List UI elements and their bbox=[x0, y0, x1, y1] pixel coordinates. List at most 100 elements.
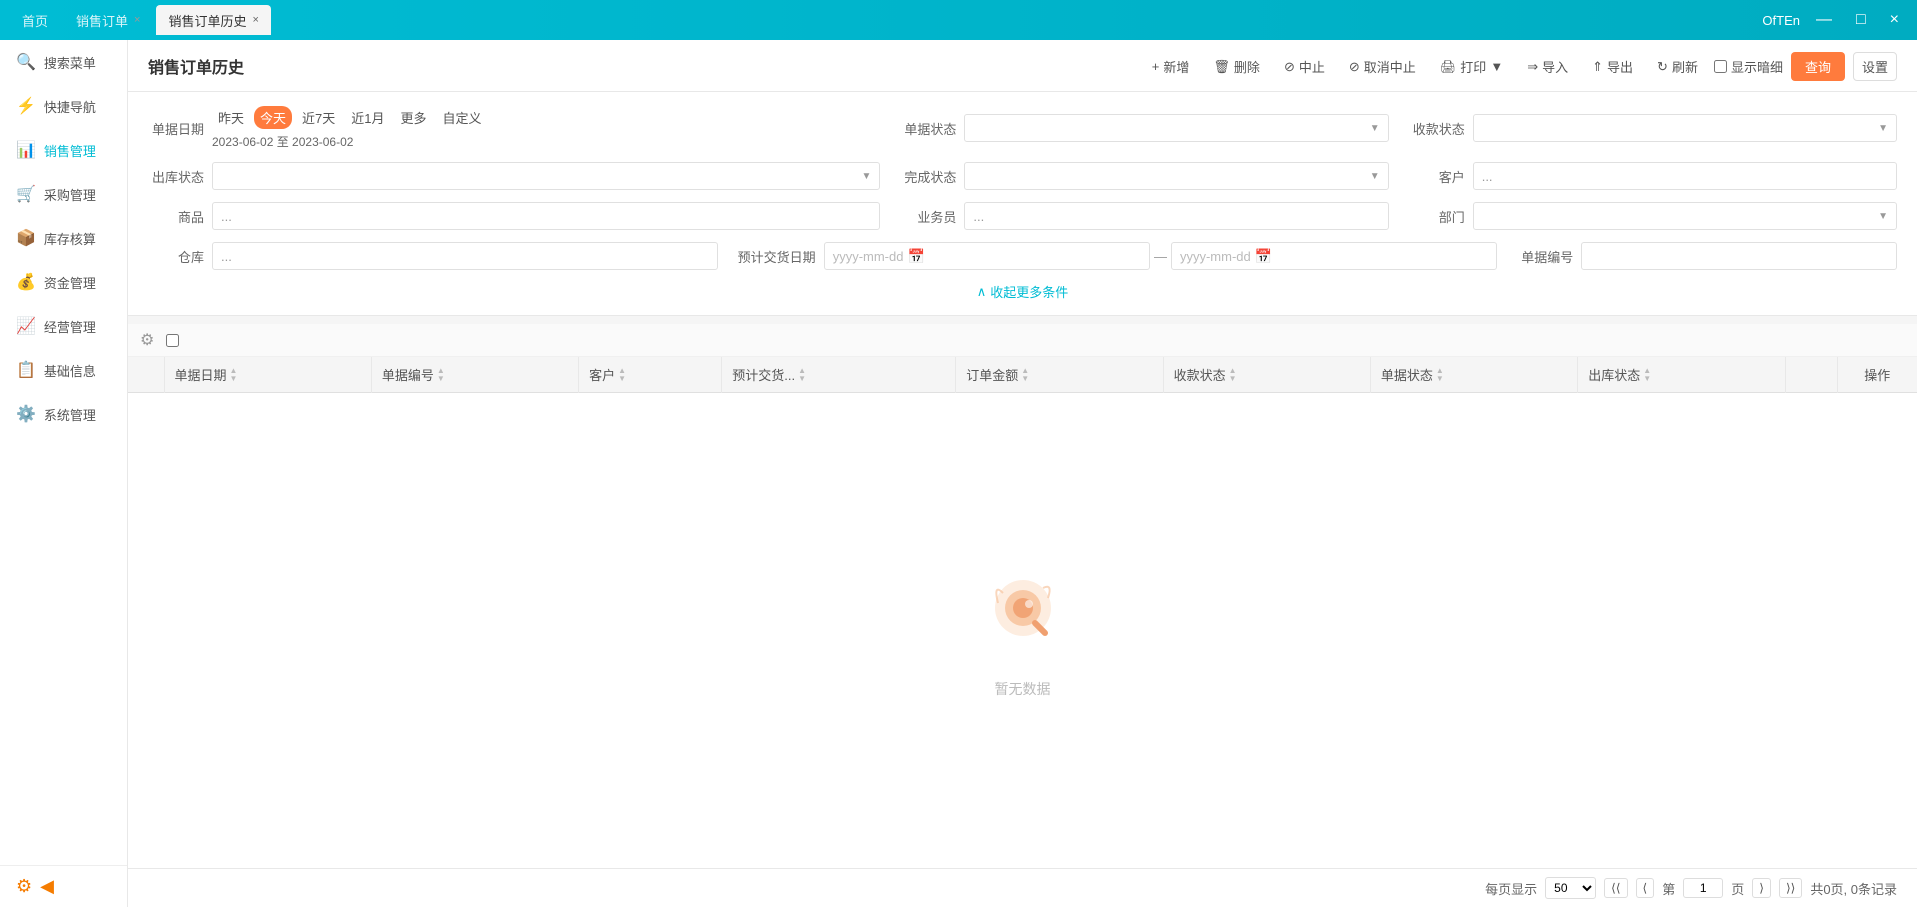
th-checkbox bbox=[128, 357, 164, 393]
salesperson-input[interactable]: ... bbox=[964, 202, 1388, 230]
settings-button[interactable]: 设置 bbox=[1853, 52, 1897, 81]
sidebar-settings-icon[interactable]: ⚙ bbox=[16, 876, 32, 897]
sidebar-item-basic-info-label: 基础信息 bbox=[44, 361, 96, 380]
sidebar-item-quick-nav-label: 快捷导航 bbox=[44, 97, 96, 116]
filter-field-stock-status: 出库状态 ▼ bbox=[148, 162, 880, 190]
dept-arrow: ▼ bbox=[1878, 211, 1888, 222]
tab-home[interactable]: 首页 bbox=[10, 5, 60, 35]
sort-arrows-customer: ▲▼ bbox=[618, 367, 626, 383]
date-btn-1month[interactable]: 近1月 bbox=[345, 106, 390, 129]
sidebar-item-search-menu[interactable]: 🔍 搜索菜单 bbox=[0, 40, 127, 84]
tab-sales-order-history-label: 销售订单历史 bbox=[168, 11, 246, 30]
sidebar-item-system-mgmt[interactable]: ⚙️ 系统管理 bbox=[0, 392, 127, 436]
empty-state: 暂无数据 bbox=[128, 393, 1917, 868]
th-actions: 操作 bbox=[1837, 357, 1917, 393]
next-page-button[interactable]: ⟩ bbox=[1752, 878, 1771, 898]
per-page-select[interactable]: 50 10 20 100 bbox=[1545, 877, 1596, 899]
refresh-label: 刷新 bbox=[1672, 57, 1698, 76]
th-doc-date[interactable]: 单据日期 ▲▼ bbox=[164, 357, 371, 393]
date-btn-more[interactable]: 更多 bbox=[395, 106, 433, 129]
tab-sales-order[interactable]: 销售订单 × bbox=[64, 5, 152, 35]
tab-sales-order-close[interactable]: × bbox=[134, 14, 140, 26]
import-button[interactable]: ⇒ 导入 bbox=[1519, 53, 1576, 80]
sidebar-item-basic-info[interactable]: 📋 基础信息 bbox=[0, 348, 127, 392]
dept-select[interactable]: ▼ bbox=[1473, 202, 1897, 230]
top-bar: 首页 销售订单 × 销售订单历史 × OfTEn — □ × bbox=[0, 0, 1917, 40]
sidebar-item-inventory-check-label: 库存核算 bbox=[44, 229, 96, 248]
sidebar-item-inventory-check[interactable]: 📦 库存核算 bbox=[0, 216, 127, 260]
sidebar-item-quick-nav[interactable]: ⚡ 快捷导航 bbox=[0, 84, 127, 128]
sidebar-item-purchase-mgmt[interactable]: 🛒 采购管理 bbox=[0, 172, 127, 216]
content-area: 销售订单历史 + 新增 🗑 删除 ⊘ 中止 ⊘ 取消中止 bbox=[128, 40, 1917, 907]
th-receipt-status-label: 收款状态 bbox=[1174, 365, 1226, 384]
page-label: 第 bbox=[1662, 879, 1675, 898]
complete-status-label: 完成状态 bbox=[900, 167, 956, 186]
table-toolbar: ⚙ bbox=[128, 324, 1917, 357]
th-receipt-status[interactable]: 收款状态 ▲▼ bbox=[1163, 357, 1370, 393]
customer-label: 客户 bbox=[1409, 167, 1465, 186]
receipt-status-select[interactable]: ▼ bbox=[1473, 114, 1897, 142]
print-button[interactable]: 🖨 打印 ▼ bbox=[1432, 53, 1511, 80]
page-number-input[interactable] bbox=[1683, 878, 1723, 898]
cancel-stop-label: 取消中止 bbox=[1364, 57, 1416, 76]
sidebar-collapse-icon[interactable]: ◀ bbox=[40, 876, 54, 897]
warehouse-dots: ... bbox=[221, 249, 232, 264]
delivery-date-to-input[interactable]: yyyy-mm-dd 📅 bbox=[1171, 242, 1497, 270]
first-page-button[interactable]: ⟨⟨ bbox=[1604, 878, 1627, 898]
th-order-amount[interactable]: 订单金额 ▲▼ bbox=[956, 357, 1163, 393]
filter-row-4: 仓库 ... 预计交货日期 yyyy-mm-dd 📅 — yyyy bbox=[148, 242, 1897, 270]
new-icon: + bbox=[1152, 59, 1160, 74]
date-separator: — bbox=[1154, 249, 1167, 264]
total-label: 共0页, 0条记录 bbox=[1810, 879, 1897, 898]
print-label: 打印 bbox=[1460, 57, 1486, 76]
sidebar-item-fund-mgmt[interactable]: 💰 资金管理 bbox=[0, 260, 127, 304]
display-cols-checkbox[interactable] bbox=[1714, 60, 1727, 73]
th-customer[interactable]: 客户 ▲▼ bbox=[579, 357, 722, 393]
export-button[interactable]: ⇑ 导出 bbox=[1584, 53, 1641, 80]
purchase-mgmt-icon: 🛒 bbox=[16, 184, 36, 204]
collapse-row[interactable]: ∧ 收起更多条件 bbox=[148, 282, 1897, 301]
th-stock-status-label: 出库状态 bbox=[1588, 365, 1640, 384]
complete-status-select[interactable]: ▼ bbox=[964, 162, 1388, 190]
date-btn-today[interactable]: 今天 bbox=[254, 106, 292, 129]
table-header-row: 单据日期 ▲▼ 单据编号 ▲▼ 客户 bbox=[128, 357, 1917, 393]
delete-icon: 🗑 bbox=[1213, 59, 1230, 75]
warehouse-input[interactable]: ... bbox=[212, 242, 718, 270]
sidebar-item-sales-mgmt[interactable]: 📊 销售管理 bbox=[0, 128, 127, 172]
quick-nav-icon: ⚡ bbox=[16, 96, 36, 116]
th-doc-date-label: 单据日期 bbox=[175, 365, 227, 384]
query-button[interactable]: 查询 bbox=[1791, 52, 1845, 81]
sort-arrows-delivery-date: ▲▼ bbox=[798, 367, 806, 383]
tab-sales-order-history[interactable]: 销售订单历史 × bbox=[156, 5, 270, 35]
sidebar-item-operation-mgmt[interactable]: 📈 经营管理 bbox=[0, 304, 127, 348]
print-dropdown-icon: ▼ bbox=[1490, 59, 1503, 74]
prev-page-button[interactable]: ⟨ bbox=[1636, 878, 1655, 898]
doc-status-select[interactable]: ▼ bbox=[964, 114, 1388, 142]
goods-input[interactable]: ... bbox=[212, 202, 880, 230]
maximize-button[interactable]: □ bbox=[1848, 7, 1874, 33]
select-all-checkbox[interactable] bbox=[166, 334, 179, 347]
table-settings-icon[interactable]: ⚙ bbox=[140, 330, 154, 350]
customer-input[interactable]: ... bbox=[1473, 162, 1897, 190]
last-page-button[interactable]: ⟩⟩ bbox=[1779, 878, 1802, 898]
cancel-stop-button[interactable]: ⊘ 取消中止 bbox=[1341, 53, 1424, 80]
doc-no-input[interactable] bbox=[1581, 242, 1897, 270]
date-btn-custom[interactable]: 自定义 bbox=[437, 106, 488, 129]
stop-button[interactable]: ⊘ 中止 bbox=[1276, 53, 1333, 80]
delete-button[interactable]: 🗑 删除 bbox=[1205, 53, 1268, 80]
date-btn-yesterday[interactable]: 昨天 bbox=[212, 106, 250, 129]
tab-sales-order-history-close[interactable]: × bbox=[252, 14, 258, 26]
stock-status-select[interactable]: ▼ bbox=[212, 162, 880, 190]
th-doc-status[interactable]: 单据状态 ▲▼ bbox=[1370, 357, 1577, 393]
th-stock-status[interactable]: 出库状态 ▲▼ bbox=[1578, 357, 1785, 393]
close-window-button[interactable]: × bbox=[1882, 7, 1907, 33]
sidebar: 🔍 搜索菜单 ⚡ 快捷导航 📊 销售管理 🛒 采购管理 📦 库存核算 💰 资金管… bbox=[0, 40, 128, 907]
refresh-button[interactable]: ↻ 刷新 bbox=[1649, 53, 1706, 80]
new-button[interactable]: + 新增 bbox=[1144, 53, 1198, 80]
filter-field-receipt-status: 收款状态 ▼ bbox=[1409, 114, 1897, 142]
delivery-date-from-input[interactable]: yyyy-mm-dd 📅 bbox=[824, 242, 1150, 270]
th-delivery-date[interactable]: 预计交货... ▲▼ bbox=[722, 357, 956, 393]
minimize-button[interactable]: — bbox=[1808, 7, 1840, 33]
th-doc-no[interactable]: 单据编号 ▲▼ bbox=[371, 357, 578, 393]
date-btn-7days[interactable]: 近7天 bbox=[296, 106, 341, 129]
